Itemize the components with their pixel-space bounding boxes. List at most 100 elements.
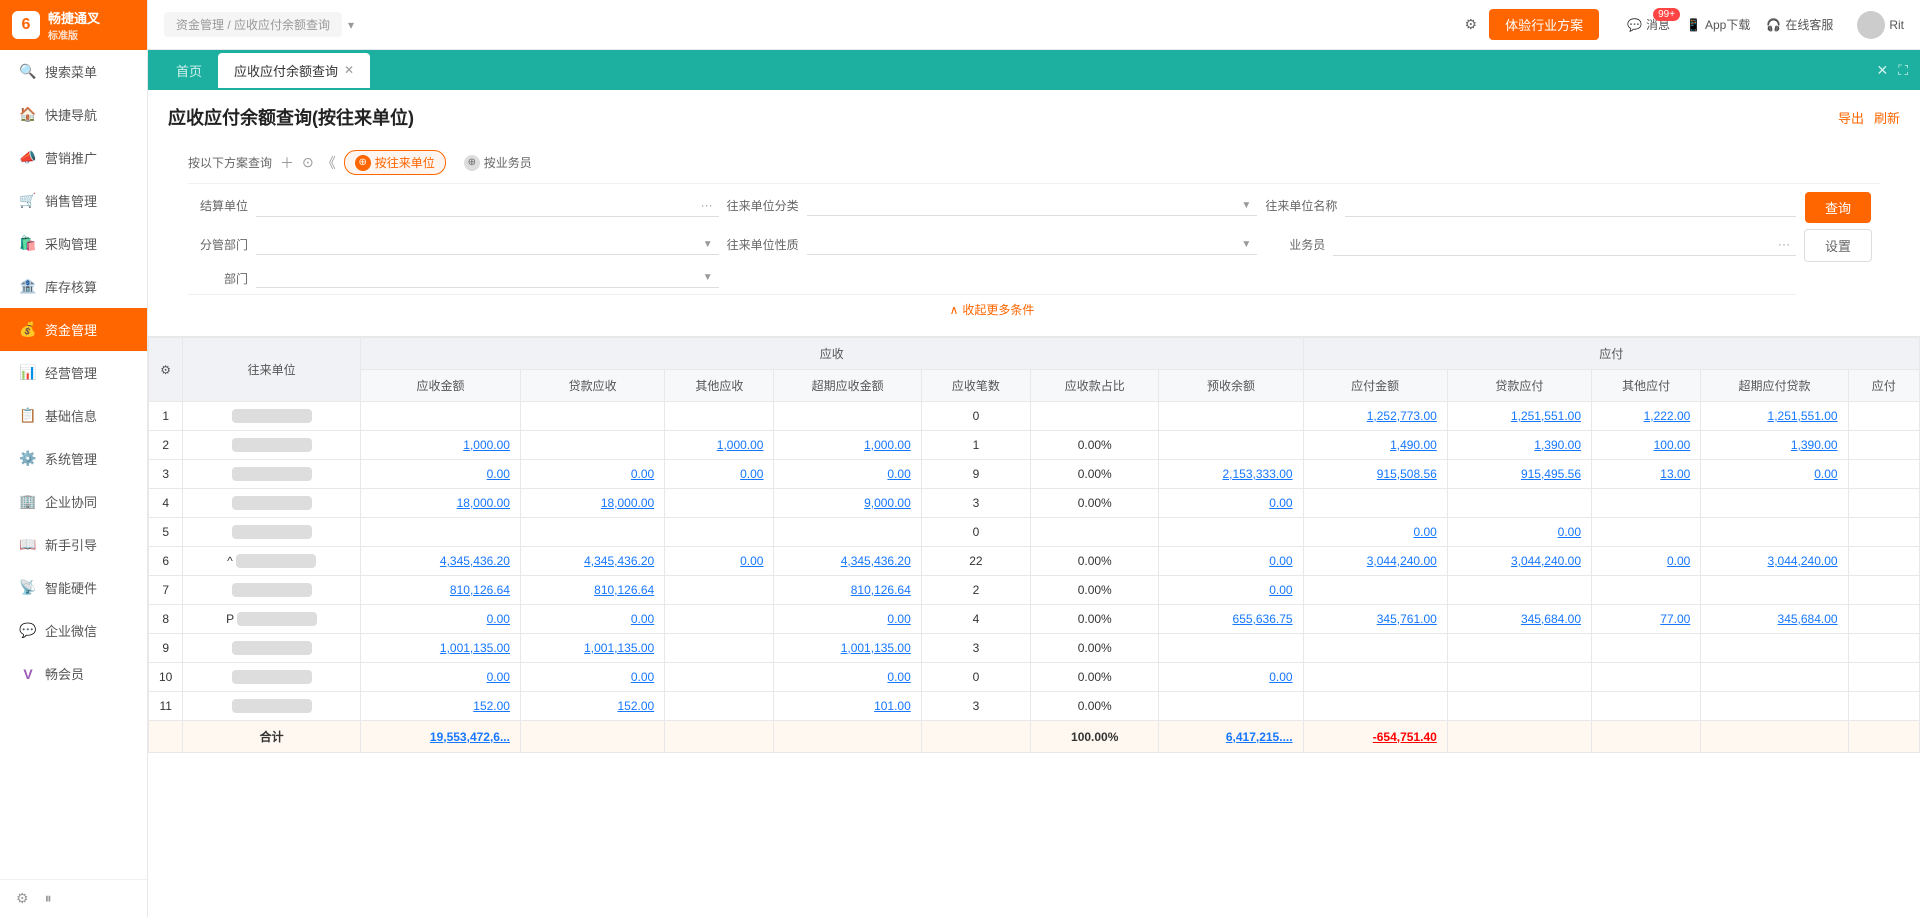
app-download-action[interactable]: 📱 App下载: [1686, 16, 1750, 33]
table-cell[interactable]: 0.00: [665, 547, 774, 576]
table-cell[interactable]: 77.00: [1592, 605, 1701, 634]
table-cell[interactable]: 3,044,240.00: [1701, 547, 1848, 576]
table-cell[interactable]: 4,345,436.20: [774, 547, 921, 576]
table-cell[interactable]: 0.00: [1159, 489, 1303, 518]
filter-input-yewuyuan[interactable]: ···: [1333, 233, 1796, 256]
table-cell[interactable]: 101.00: [774, 692, 921, 721]
sidebar-item-wechat[interactable]: 💬 企业微信: [0, 609, 147, 652]
table-cell[interactable]: 13.00: [1592, 460, 1701, 489]
scheme-by-salesperson[interactable]: ⊕ 按业务员: [454, 151, 542, 174]
table-cell[interactable]: 152.00: [520, 692, 664, 721]
sidebar-item-finance[interactable]: 💰 资金管理: [0, 308, 147, 351]
table-cell[interactable]: 1,001,135.00: [520, 634, 664, 663]
table-cell[interactable]: 4,345,436.20: [520, 547, 664, 576]
refresh-button[interactable]: 刷新: [1874, 108, 1900, 127]
sidebar-item-purchase[interactable]: 🛍️ 采购管理: [0, 222, 147, 265]
table-cell[interactable]: 18,000.00: [360, 489, 520, 518]
table-cell[interactable]: 0.00: [1159, 663, 1303, 692]
table-cell[interactable]: 0.00: [360, 460, 520, 489]
table-cell[interactable]: 9,000.00: [774, 489, 921, 518]
table-cell[interactable]: 0.00: [1159, 547, 1303, 576]
window-close-icon[interactable]: ✕: [1876, 62, 1888, 79]
table-cell[interactable]: 1,252,773.00: [1303, 402, 1447, 431]
table-cell[interactable]: 1,251,551.00: [1701, 402, 1848, 431]
total-ar-prepay[interactable]: 6,417,215....: [1159, 721, 1303, 753]
table-cell[interactable]: 0.00: [774, 605, 921, 634]
export-button[interactable]: 导出: [1838, 108, 1864, 127]
table-cell[interactable]: 1,251,551.00: [1447, 402, 1591, 431]
filter-input-wanglaiming[interactable]: [1345, 194, 1796, 217]
table-cell[interactable]: 1,222.00: [1592, 402, 1701, 431]
table-cell[interactable]: 1,000.00: [360, 431, 520, 460]
sidebar-item-search-menu[interactable]: 🔍 搜索菜单: [0, 50, 147, 93]
set-button[interactable]: 设置: [1804, 229, 1872, 262]
table-cell[interactable]: 1,001,135.00: [774, 634, 921, 663]
filter-input-wanglaioxing[interactable]: ▼: [807, 235, 1258, 255]
window-maximize-icon[interactable]: ⛶: [1898, 62, 1908, 79]
filter-input-jiesuan[interactable]: ···: [256, 194, 719, 217]
table-cell[interactable]: 810,126.64: [774, 576, 921, 605]
query-button[interactable]: 查询: [1805, 192, 1871, 223]
table-cell[interactable]: 0.00: [520, 663, 664, 692]
filter-input-wanglaifenlei[interactable]: ▼: [807, 196, 1258, 216]
table-cell[interactable]: 0.00: [360, 605, 520, 634]
table-cell[interactable]: 810,126.64: [520, 576, 664, 605]
filter-yewuyuan-dots[interactable]: ···: [1778, 237, 1790, 251]
message-action[interactable]: 💬 消息 99+: [1627, 16, 1670, 33]
tab-home[interactable]: 首页: [160, 53, 218, 88]
table-cell[interactable]: 0.00: [665, 460, 774, 489]
table-cell[interactable]: 0.00: [520, 460, 664, 489]
filter-input-bumen[interactable]: ▼: [256, 268, 719, 288]
cta-button[interactable]: 体验行业方案: [1489, 9, 1599, 40]
table-cell[interactable]: 0.00: [360, 663, 520, 692]
table-cell[interactable]: 0.00: [1159, 576, 1303, 605]
table-cell[interactable]: 0.00: [774, 460, 921, 489]
table-cell[interactable]: 1,000.00: [665, 431, 774, 460]
sidebar-item-basic[interactable]: 📋 基础信息: [0, 394, 147, 437]
topbar-gear-icon[interactable]: ⚙: [1465, 16, 1478, 33]
total-ap-amount[interactable]: -654,751.40: [1303, 721, 1447, 753]
table-cell[interactable]: 0.00: [1701, 460, 1848, 489]
table-cell[interactable]: 0.00: [1303, 518, 1447, 547]
scheme-by-partner[interactable]: ⊕ 按往来单位: [344, 150, 446, 175]
table-cell[interactable]: 1,001,135.00: [360, 634, 520, 663]
online-service-action[interactable]: 🎧 在线客服: [1766, 16, 1833, 33]
sidebar-item-marketing[interactable]: 📣 营销推广: [0, 136, 147, 179]
sidebar-item-system[interactable]: ⚙️ 系统管理: [0, 437, 147, 480]
table-cell[interactable]: 3,044,240.00: [1303, 547, 1447, 576]
add-scheme-icon[interactable]: ＋: [280, 153, 294, 173]
total-ar-amount[interactable]: 19,553,472,6...: [360, 721, 520, 753]
sidebar-item-guide[interactable]: 📖 新手引导: [0, 523, 147, 566]
sidebar-item-corp[interactable]: 🏢 企业协同: [0, 480, 147, 523]
table-cell[interactable]: 18,000.00: [520, 489, 664, 518]
filter-jiesuan-dots[interactable]: ···: [701, 198, 713, 212]
table-cell[interactable]: 0.00: [1447, 518, 1591, 547]
table-cell[interactable]: 0.00: [520, 605, 664, 634]
sidebar-item-operation[interactable]: 📊 经营管理: [0, 351, 147, 394]
table-cell[interactable]: 0.00: [774, 663, 921, 692]
collapse-scheme-icon[interactable]: 《: [322, 153, 336, 173]
sidebar-item-quick-nav[interactable]: 🏠 快捷导航: [0, 93, 147, 136]
table-cell[interactable]: 915,495.56: [1447, 460, 1591, 489]
edit-scheme-icon[interactable]: ⊙: [302, 154, 314, 171]
table-cell[interactable]: 2,153,333.00: [1159, 460, 1303, 489]
tab-close-icon[interactable]: ✕: [344, 63, 354, 77]
table-cell[interactable]: 1,390.00: [1447, 431, 1591, 460]
table-cell[interactable]: 345,684.00: [1447, 605, 1591, 634]
sidebar-item-vip[interactable]: V 畅会员: [0, 652, 147, 695]
table-cell[interactable]: 1,390.00: [1701, 431, 1848, 460]
table-cell[interactable]: 3,044,240.00: [1447, 547, 1591, 576]
tab-ar-ap[interactable]: 应收应付余额查询 ✕: [218, 53, 370, 88]
table-cell[interactable]: 345,761.00: [1303, 605, 1447, 634]
table-cell[interactable]: 345,684.00: [1701, 605, 1848, 634]
table-cell[interactable]: 0.00: [1592, 547, 1701, 576]
table-cell[interactable]: 4,345,436.20: [360, 547, 520, 576]
sidebar-item-inventory[interactable]: 🏦 库存核算: [0, 265, 147, 308]
collapse-sidebar-icon[interactable]: ⏸: [45, 890, 52, 907]
user-avatar[interactable]: Rit: [1849, 11, 1904, 39]
collapse-filter-button[interactable]: ∧ 收起更多条件: [188, 294, 1796, 324]
table-cell[interactable]: 655,636.75: [1159, 605, 1303, 634]
sidebar-item-hardware[interactable]: 📡 智能硬件: [0, 566, 147, 609]
sidebar-item-sales[interactable]: 🛒 销售管理: [0, 179, 147, 222]
table-cell[interactable]: 1,000.00: [774, 431, 921, 460]
